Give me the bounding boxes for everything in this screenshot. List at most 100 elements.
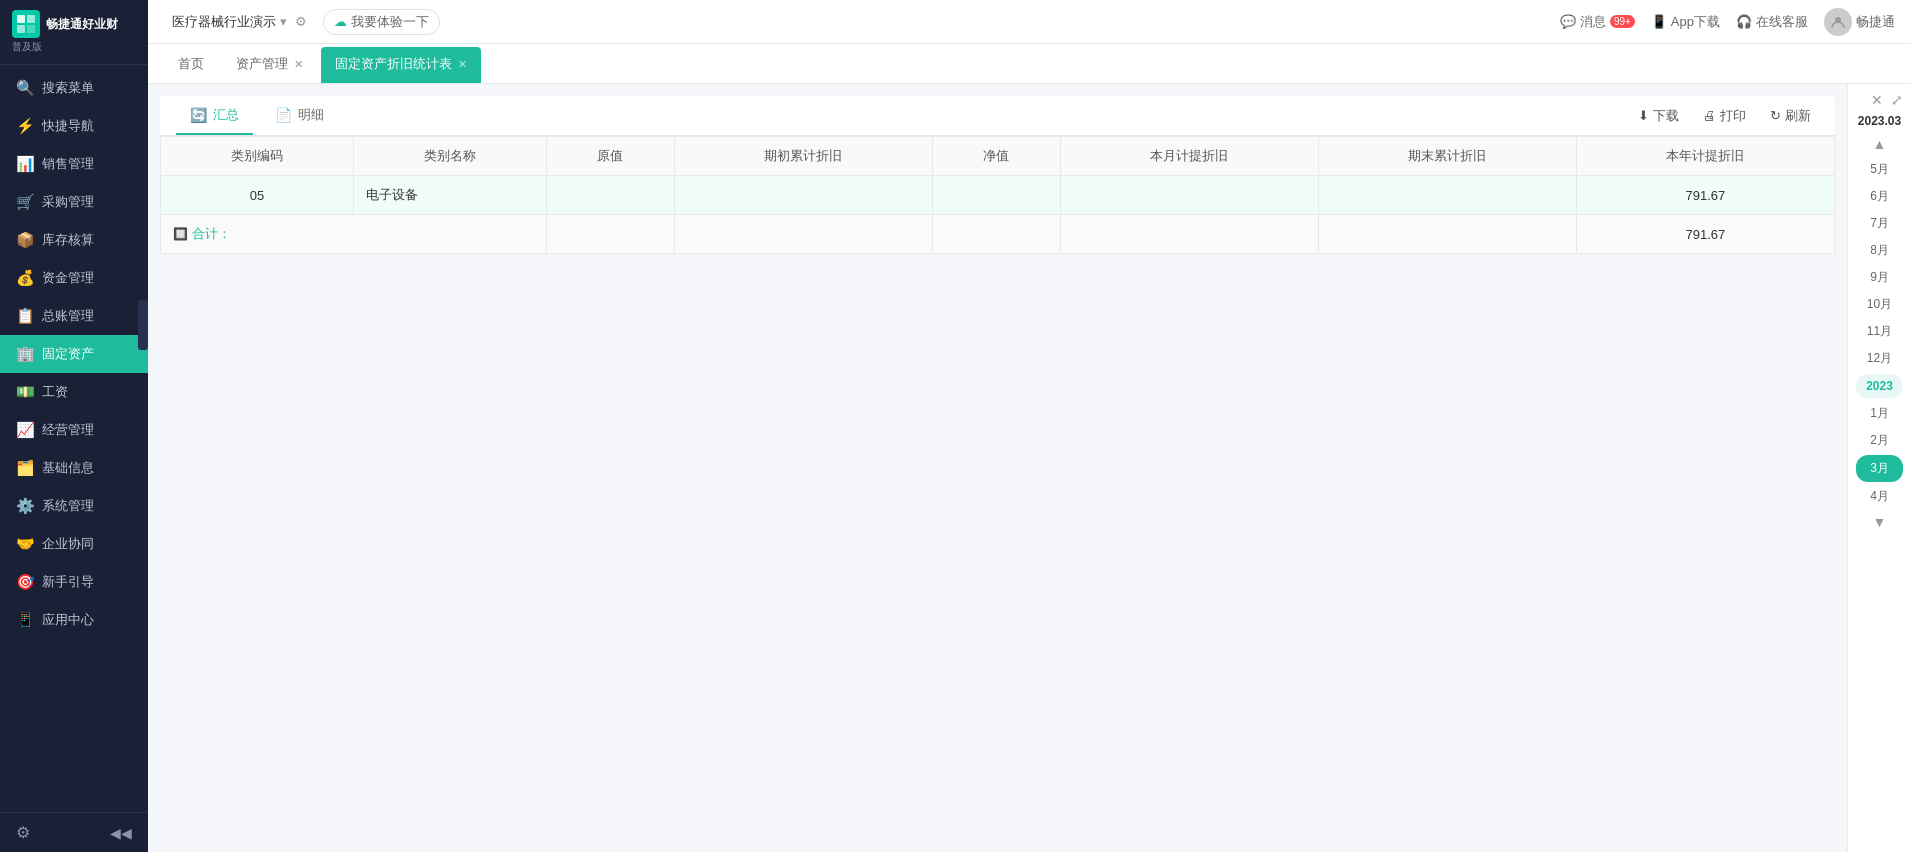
online-support-label: 在线客服 [1756, 13, 1808, 31]
sidebar-label-fixedassets: 固定资产 [42, 345, 94, 363]
subtotal-original [546, 215, 674, 254]
sidebar-label-quicknav: 快捷导航 [42, 117, 94, 135]
col-header-net: 净值 [932, 137, 1060, 176]
topbar-left: 医疗器械行业演示 ▾ ⚙ ☁ 我要体验一下 [164, 9, 440, 35]
calendar-year-label: 2023.03 [1848, 110, 1911, 132]
col-header-original: 原值 [546, 137, 674, 176]
sidebar-label-guide: 新手引导 [42, 573, 94, 591]
calendar-month-6[interactable]: 6月 [1848, 183, 1911, 210]
panel-close-icon[interactable]: ✕ [1869, 90, 1885, 110]
sysmanage-icon: ⚙️ [16, 497, 34, 515]
cell-end-accum [1318, 176, 1576, 215]
summary-tab-label: 汇总 [213, 106, 239, 124]
table-container: 类别编码 类别名称 原值 期初累计折旧 净值 本月计提折旧 期末累计折旧 本年计… [160, 136, 1835, 254]
inner-tab-summary[interactable]: 🔄 汇总 [176, 96, 253, 135]
download-button[interactable]: ⬇ 下载 [1630, 103, 1687, 129]
experience-label: 我要体验一下 [351, 13, 429, 31]
messages-button[interactable]: 💬 消息 99+ [1560, 13, 1635, 31]
inner-tab-detail[interactable]: 📄 明细 [261, 96, 338, 135]
fixedassets-icon: 🏢 [16, 345, 34, 363]
calendar-month-12[interactable]: 12月 [1848, 345, 1911, 372]
sidebar-item-cooperation[interactable]: 🤝 企业协同 [0, 525, 148, 563]
download-toolbar-icon: ⬇ [1638, 108, 1649, 123]
sidebar-item-ledger[interactable]: 📋 总账管理 [0, 297, 148, 335]
svg-rect-3 [27, 25, 35, 33]
subtotal-end-accum [1318, 215, 1576, 254]
company-selector[interactable]: 医疗器械行业演示 ▾ ⚙ [164, 9, 315, 35]
online-support-button[interactable]: 🎧 在线客服 [1736, 13, 1808, 31]
sidebar-item-basicinfo[interactable]: 🗂️ 基础信息 [0, 449, 148, 487]
messages-badge: 99+ [1610, 15, 1635, 28]
tab-depreciation-close[interactable]: ✕ [458, 58, 467, 71]
sidebar-item-finance[interactable]: 💰 资金管理 [0, 259, 148, 297]
sidebar-item-sales[interactable]: 📊 销售管理 [0, 145, 148, 183]
purchase-icon: 🛒 [16, 193, 34, 211]
sidebar-item-search[interactable]: 🔍 搜索菜单 [0, 69, 148, 107]
calendar-month-5[interactable]: 5月 [1848, 156, 1911, 183]
tab-assets-mgmt[interactable]: 资产管理 ✕ [222, 47, 317, 83]
inner-tabs: 🔄 汇总 📄 明细 ⬇ 下载 🖨 打印 [160, 96, 1835, 136]
appcenter-icon: 📱 [16, 611, 34, 629]
panel-expand-icon[interactable]: ⤢ [1889, 90, 1905, 110]
print-button[interactable]: 🖨 打印 [1695, 103, 1754, 129]
messages-label: 消息 [1580, 13, 1606, 31]
sidebar-label-sales: 销售管理 [42, 155, 94, 173]
calendar-month-11[interactable]: 11月 [1848, 318, 1911, 345]
sidebar-item-guide[interactable]: 🎯 新手引导 [0, 563, 148, 601]
cell-name: 电子设备 [353, 176, 546, 215]
sidebar-scrolltrack [138, 300, 148, 350]
sidebar-item-appcenter[interactable]: 📱 应用中心 [0, 601, 148, 639]
cell-code: 05 [161, 176, 354, 215]
app-download-button[interactable]: 📱 App下载 [1651, 13, 1720, 31]
right-panel-controls: ✕ ⤢ [1848, 84, 1911, 110]
tab-home[interactable]: 首页 [164, 47, 218, 83]
sidebar-item-fixedassets[interactable]: 🏢 固定资产 [0, 335, 148, 373]
calendar-month-3[interactable]: 3月 [1856, 455, 1903, 482]
sidebar-item-payroll[interactable]: 💵 工资 [0, 373, 148, 411]
subtotal-initial [674, 215, 932, 254]
calendar-month-9[interactable]: 9月 [1848, 264, 1911, 291]
sidebar-item-sysmanage[interactable]: ⚙️ 系统管理 [0, 487, 148, 525]
avatar [1824, 8, 1852, 36]
refresh-button[interactable]: ↻ 刷新 [1762, 103, 1819, 129]
sidebar-item-inventory[interactable]: 📦 库存核算 [0, 221, 148, 259]
settings-icon[interactable]: ⚙ [16, 823, 30, 842]
calendar-month-4[interactable]: 4月 [1848, 483, 1911, 510]
tab-assets-close[interactable]: ✕ [294, 58, 303, 71]
refresh-label: 刷新 [1785, 107, 1811, 125]
collapse-icon[interactable]: ◀◀ [110, 825, 132, 841]
quicknav-icon: ⚡ [16, 117, 34, 135]
tab-depreciation-report[interactable]: 固定资产折旧统计表 ✕ [321, 47, 481, 83]
print-icon: 🖨 [1703, 108, 1716, 123]
subtotal-net [932, 215, 1060, 254]
calendar-month-1[interactable]: 1月 [1848, 400, 1911, 427]
calendar-scroll-up[interactable]: ▲ [1848, 132, 1911, 156]
cooperation-icon: 🤝 [16, 535, 34, 553]
calendar-scroll-down[interactable]: ▼ [1848, 510, 1911, 534]
logo-icon [12, 10, 40, 38]
sidebar-item-purchase[interactable]: 🛒 采购管理 [0, 183, 148, 221]
col-header-name: 类别名称 [353, 137, 546, 176]
user-profile[interactable]: 畅捷通 [1824, 8, 1895, 36]
calendar-month-10[interactable]: 10月 [1848, 291, 1911, 318]
sidebar-item-quicknav[interactable]: ⚡ 快捷导航 [0, 107, 148, 145]
calendar-month-2[interactable]: 2月 [1848, 427, 1911, 454]
calendar-month-7[interactable]: 7月 [1848, 210, 1911, 237]
sidebar-logo: 畅捷通好业财 [12, 10, 136, 38]
sidebar-label-search: 搜索菜单 [42, 79, 94, 97]
sidebar-label-operations: 经营管理 [42, 421, 94, 439]
company-name: 医疗器械行业演示 [172, 13, 276, 31]
experience-button[interactable]: ☁ 我要体验一下 [323, 9, 440, 35]
sidebar-label-appcenter: 应用中心 [42, 611, 94, 629]
finance-icon: 💰 [16, 269, 34, 287]
cell-initial-accum [674, 176, 932, 215]
username-label: 畅捷通 [1856, 13, 1895, 31]
sidebar-item-operations[interactable]: 📈 经营管理 [0, 411, 148, 449]
svg-rect-2 [17, 25, 25, 33]
calendar-month-8[interactable]: 8月 [1848, 237, 1911, 264]
sidebar-label-finance: 资金管理 [42, 269, 94, 287]
col-header-monthly: 本月计提折旧 [1060, 137, 1318, 176]
subtotal-expand-icon[interactable]: 🔲 [173, 227, 188, 241]
cell-net [932, 176, 1060, 215]
gear-icon[interactable]: ⚙ [295, 14, 307, 29]
